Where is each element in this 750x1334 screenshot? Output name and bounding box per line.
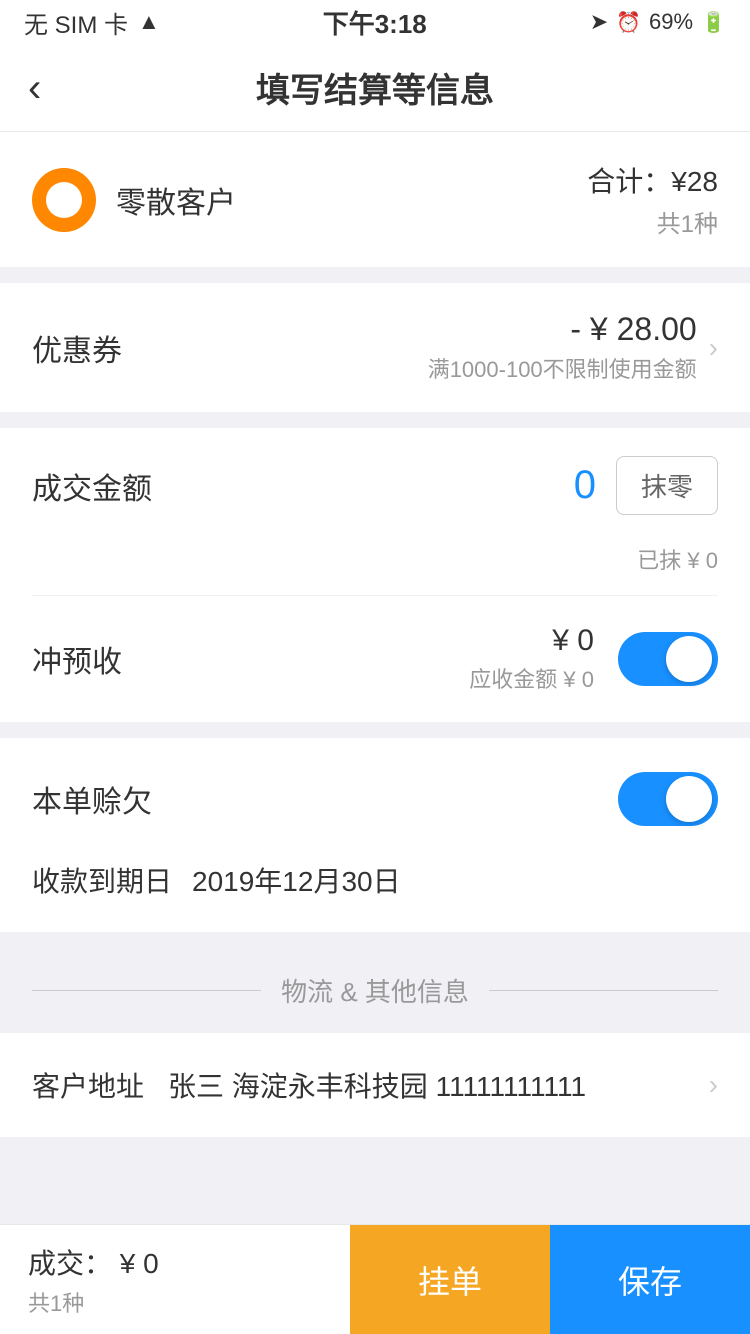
coupon-info: - ¥ 28.00 满1000-100不限制使用金额 — [428, 311, 697, 384]
page-title: 填写结算等信息 — [256, 63, 494, 112]
logistics-line-left — [32, 990, 261, 991]
toggle-knob — [666, 636, 712, 682]
transaction-row: 成交金额 0 抹零 — [0, 428, 750, 543]
save-button[interactable]: 保存 — [550, 1225, 750, 1334]
coupon-row[interactable]: 优惠券 - ¥ 28.00 满1000-100不限制使用金额 › — [0, 283, 750, 412]
debt-label: 本单赊欠 — [32, 777, 152, 821]
logistics-line-right — [489, 990, 718, 991]
logistics-divider: 物流 & 其他信息 — [0, 948, 750, 1033]
wifi-icon: ▲ — [138, 9, 160, 35]
coupon-right: - ¥ 28.00 满1000-100不限制使用金额 › — [428, 311, 718, 384]
bottom-count: 共1种 — [28, 1286, 322, 1318]
coupon-section: 优惠券 - ¥ 28.00 满1000-100不限制使用金额 › — [0, 283, 750, 412]
customer-row: 零散客户 合计：¥28 共1种 — [0, 132, 750, 267]
already-rounded: 已抹 ¥ 0 — [0, 543, 750, 595]
back-button[interactable]: ‹ — [28, 68, 41, 108]
battery-text: 69% — [649, 9, 693, 35]
total-amount: 合计：¥28 — [587, 160, 718, 200]
battery-icon: 🔋 — [701, 10, 726, 35]
pending-button[interactable]: 挂单 — [350, 1225, 550, 1334]
prepay-amount: ¥ 0 — [469, 624, 594, 658]
receivable-amount: 应收金额 ¥ 0 — [469, 662, 594, 694]
due-date-label: 收款到期日 — [32, 860, 172, 900]
customer-right: 合计：¥28 共1种 — [587, 160, 718, 239]
debt-row: 本单赊欠 — [0, 738, 750, 860]
avatar — [32, 168, 96, 232]
transaction-right: 0 抹零 — [574, 456, 718, 515]
customer-left: 零散客户 — [32, 168, 236, 232]
address-section: 客户地址 张三 海淀永丰科技园 11111111111 › — [0, 1033, 750, 1137]
status-bar: 无 SIM 卡 ▲ 下午3:18 ➤ ⏰ 69% 🔋 — [0, 0, 750, 44]
due-date-row: 收款到期日 2019年12月30日 — [0, 860, 750, 932]
prepay-right: ¥ 0 应收金额 ¥ 0 — [469, 624, 718, 694]
customer-name: 零散客户 — [116, 178, 236, 222]
alarm-icon: ⏰ — [616, 10, 641, 35]
bottom-transaction-label: 成交： — [28, 1248, 112, 1279]
coupon-chevron-icon: › — [709, 332, 718, 364]
carrier-text: 无 SIM 卡 — [24, 5, 128, 40]
bottom-bar: 成交： ¥ 0 共1种 挂单 保存 — [0, 1224, 750, 1334]
avatar-inner — [46, 182, 82, 218]
bottom-transaction-amount: ¥ 0 — [120, 1248, 159, 1279]
status-right: ➤ ⏰ 69% 🔋 — [590, 9, 726, 35]
status-time: 下午3:18 — [323, 4, 427, 41]
address-label: 客户地址 — [32, 1065, 144, 1105]
prepay-toggle[interactable] — [618, 632, 718, 686]
prepay-label: 冲预收 — [32, 637, 122, 681]
prepay-amounts: ¥ 0 应收金额 ¥ 0 — [469, 624, 594, 694]
transaction-section: 成交金额 0 抹零 已抹 ¥ 0 冲预收 ¥ 0 应收金额 ¥ 0 — [0, 428, 750, 722]
debt-toggle-knob — [666, 776, 712, 822]
nav-bar: ‹ 填写结算等信息 — [0, 44, 750, 132]
coupon-amount: - ¥ 28.00 — [428, 311, 697, 348]
debt-toggle[interactable] — [618, 772, 718, 826]
content: 零散客户 合计：¥28 共1种 优惠券 - ¥ 28.00 满1000-100不… — [0, 132, 750, 1257]
transaction-amount: 0 — [574, 463, 596, 508]
logistics-text: 物流 & 其他信息 — [261, 972, 489, 1009]
coupon-desc: 满1000-100不限制使用金额 — [428, 352, 697, 384]
transaction-label: 成交金额 — [32, 464, 152, 508]
status-left: 无 SIM 卡 ▲ — [24, 5, 160, 40]
bottom-info: 成交： ¥ 0 共1种 — [0, 1242, 350, 1318]
customer-section: 零散客户 合计：¥28 共1种 — [0, 132, 750, 267]
due-date-value: 2019年12月30日 — [192, 860, 401, 900]
round-off-button[interactable]: 抹零 — [616, 456, 718, 515]
prepay-row: 冲预收 ¥ 0 应收金额 ¥ 0 — [0, 596, 750, 722]
total-count: 共1种 — [587, 204, 718, 239]
location-icon: ➤ — [590, 9, 608, 35]
address-chevron-icon: › — [709, 1069, 718, 1101]
address-value: 张三 海淀永丰科技园 11111111111 — [168, 1065, 709, 1105]
debt-section: 本单赊欠 收款到期日 2019年12月30日 — [0, 738, 750, 932]
address-row[interactable]: 客户地址 张三 海淀永丰科技园 11111111111 › — [0, 1033, 750, 1137]
bottom-transaction: 成交： ¥ 0 — [28, 1242, 322, 1282]
coupon-label: 优惠券 — [32, 326, 122, 370]
